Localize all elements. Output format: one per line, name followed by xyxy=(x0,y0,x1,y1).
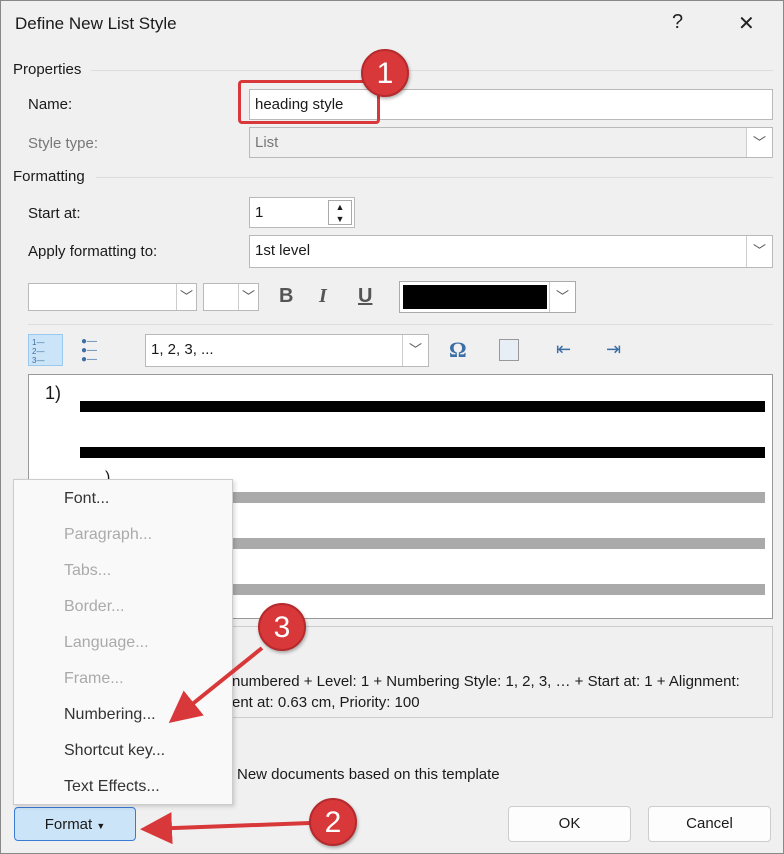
step-2-badge: 2 xyxy=(309,798,357,846)
arrow-to-format xyxy=(140,812,311,845)
step-1-badge: 1 xyxy=(361,49,409,97)
annotation-arrows xyxy=(140,646,311,845)
step-3-badge: 3 xyxy=(258,603,306,651)
arrow-to-numbering xyxy=(168,646,264,724)
